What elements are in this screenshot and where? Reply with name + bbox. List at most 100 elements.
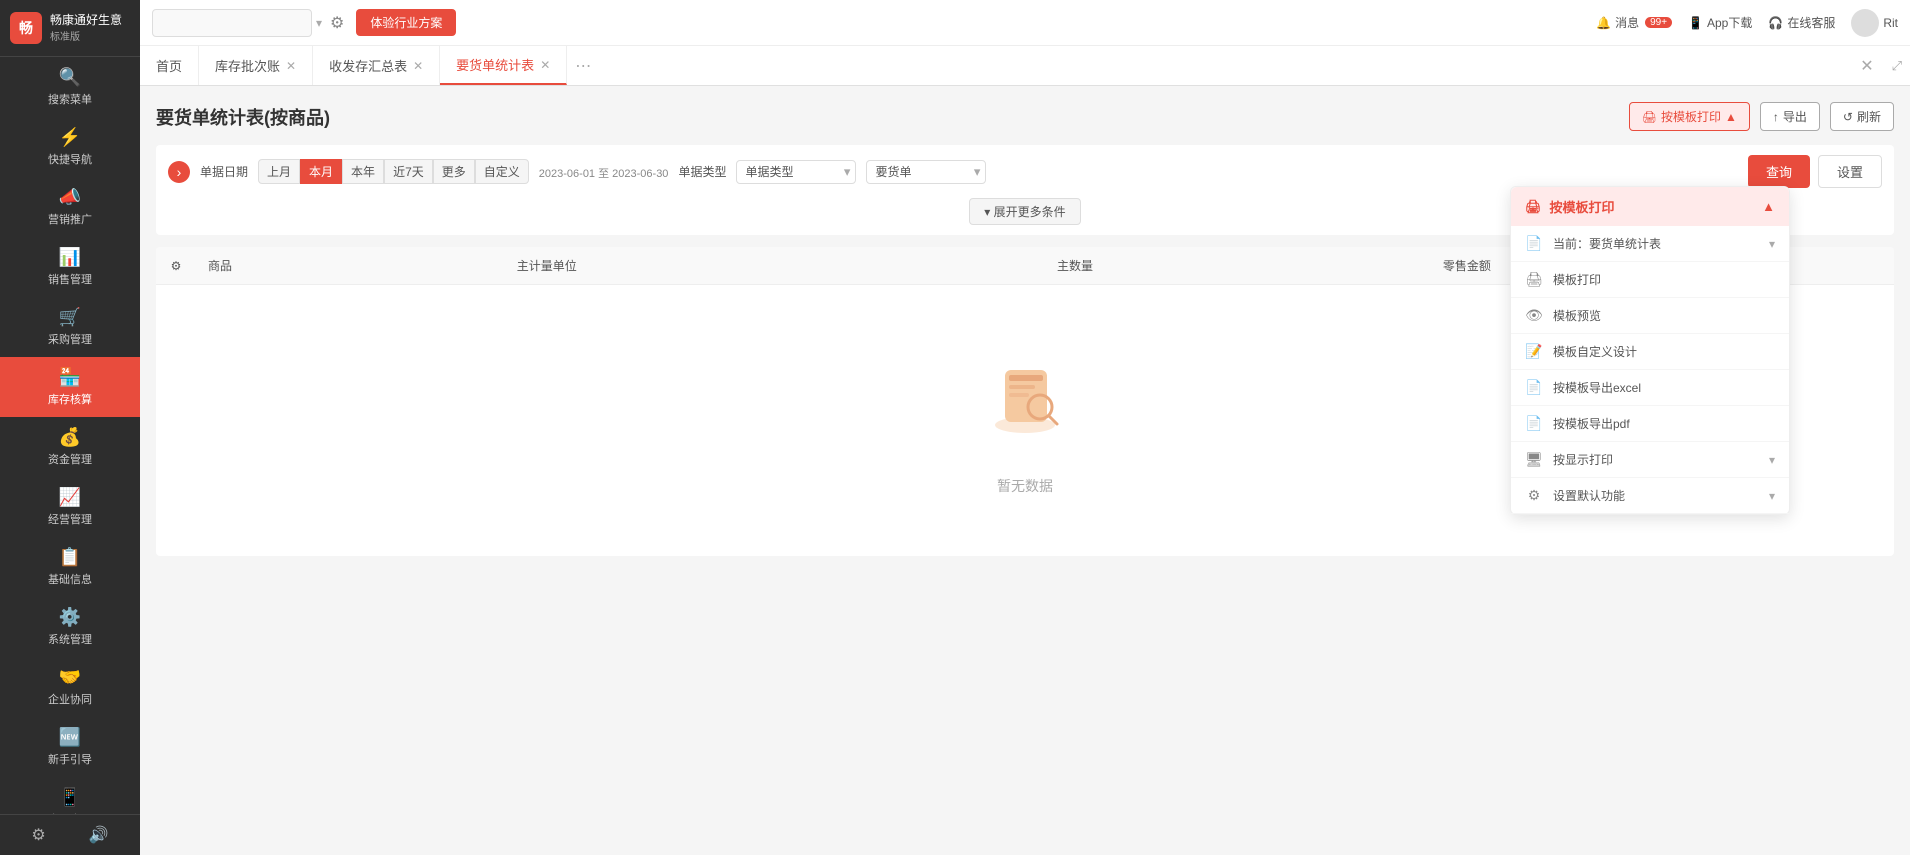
col-settings[interactable]: ⚙	[156, 247, 196, 285]
dropdown-current-arrow: ▾	[1769, 237, 1775, 251]
template-print-label: 模板打印	[1553, 271, 1601, 288]
app-download-item[interactable]: 📱 App下载	[1688, 14, 1752, 31]
sidebar-item-inventory[interactable]: 🏪 库存核算	[0, 357, 140, 417]
set-default-label: 设置默认功能	[1553, 487, 1625, 504]
phone-icon: 📱	[1688, 16, 1703, 30]
sidebar-item-shortcut[interactable]: ⚡ 快捷导航	[0, 117, 140, 177]
sidebar-item-search[interactable]: 🔍 搜索菜单	[0, 57, 140, 117]
trial-btn[interactable]: 体验行业方案	[356, 9, 456, 36]
dropdown-current-item[interactable]: 📄 当前：要货单统计表 ▾	[1511, 226, 1789, 262]
sidebar-item-appstore[interactable]: 📱 应用中心	[0, 777, 140, 814]
set-default-arrow: ▾	[1769, 489, 1775, 503]
footer-sound-icon[interactable]: 🔊	[89, 825, 109, 845]
messages-label: 消息	[1615, 14, 1639, 31]
tab-batch-account-close[interactable]: ✕	[286, 59, 296, 73]
sidebar-item-purchase-label: 采购管理	[48, 331, 92, 347]
dropdown-set-default[interactable]: ⚙ 设置默认功能 ▾	[1511, 478, 1789, 514]
expand-more-label: 展开更多条件	[994, 205, 1066, 219]
inventory-icon: 🏪	[59, 367, 81, 388]
col-goods: 商品	[196, 247, 505, 285]
empty-svg	[975, 345, 1075, 445]
tab-receipt-summary-label: 收发存汇总表	[329, 56, 407, 75]
footer-settings-icon[interactable]: ⚙	[31, 825, 45, 845]
filter-expand-arrow[interactable]: ›	[168, 161, 190, 183]
dropdown-display-print[interactable]: 🖥 按显示打印 ▾	[1511, 442, 1789, 478]
marketing-icon: 📣	[59, 187, 81, 208]
sidebar-item-base-label: 基础信息	[48, 571, 92, 587]
user-item[interactable]: Rit	[1851, 9, 1898, 37]
topbar-right: 🔔 消息 99+ 📱 App下载 🎧 在线客服 Rit	[1596, 9, 1898, 37]
dropdown-print-icon: 🖨	[1525, 199, 1542, 215]
refresh-btn[interactable]: ↺ 刷新	[1830, 102, 1894, 131]
tab-order-stats[interactable]: 要货单统计表 ✕	[440, 46, 567, 85]
print-chevron-icon: ▲	[1725, 110, 1737, 124]
date-btn-more[interactable]: 更多	[433, 159, 475, 184]
tabs-fullscreen-btn[interactable]: ⤢	[1884, 46, 1910, 85]
tab-home[interactable]: 首页	[140, 46, 199, 85]
tab-receipt-summary[interactable]: 收发存汇总表 ✕	[313, 46, 440, 85]
topbar-gear-icon[interactable]: ⚙	[330, 13, 344, 33]
topbar-search-input[interactable]	[152, 9, 312, 37]
display-print-arrow: ▾	[1769, 453, 1775, 467]
col-unit: 主计量单位	[505, 247, 1045, 285]
dropdown-template-excel[interactable]: 📄 按模板导出excel	[1511, 370, 1789, 406]
sidebar-item-system[interactable]: ⚙️ 系统管理	[0, 597, 140, 657]
type-label: 单据类型	[678, 163, 726, 180]
date-btn-curr-month[interactable]: 本月	[300, 159, 342, 184]
date-btn-curr-year[interactable]: 本年	[342, 159, 384, 184]
sidebar-item-finance-label: 资金管理	[48, 451, 92, 467]
tabs-close-all-btn[interactable]: ✕	[1850, 46, 1883, 85]
tab-receipt-summary-close[interactable]: ✕	[413, 59, 423, 73]
sidebar-item-base[interactable]: 📋 基础信息	[0, 537, 140, 597]
sidebar: 畅 畅康通好生意 标准版 🔍 搜索菜单 ⚡ 快捷导航 📣 营销推广 📊 销售管理…	[0, 0, 140, 855]
tab-batch-account-label: 库存批次账	[215, 56, 280, 75]
sidebar-item-sales[interactable]: 📊 销售管理	[0, 237, 140, 297]
tabs-expand-btn[interactable]: ⋯	[567, 46, 599, 85]
sidebar-item-system-label: 系统管理	[48, 631, 92, 647]
dropdown-template-custom[interactable]: 📝 模板自定义设计	[1511, 334, 1789, 370]
type-select[interactable]: 单据类型	[736, 160, 856, 184]
date-btn-prev-month[interactable]: 上月	[258, 159, 300, 184]
goods-select[interactable]: 要货单	[866, 160, 986, 184]
purchase-icon: 🛒	[59, 307, 81, 328]
export-btn[interactable]: ↑ 导出	[1760, 102, 1820, 131]
avatar	[1851, 9, 1879, 37]
sidebar-item-operations[interactable]: 📈 经营管理	[0, 477, 140, 537]
logo-icon: 畅	[10, 12, 42, 44]
export-btn-label: 导出	[1783, 108, 1807, 125]
sidebar-item-purchase[interactable]: 🛒 采购管理	[0, 297, 140, 357]
date-btn-7days[interactable]: 近7天	[384, 159, 433, 184]
dropdown-template-print[interactable]: 🖨 模板打印	[1511, 262, 1789, 298]
dropdown-header[interactable]: 🖨 按模板打印 ▲	[1511, 187, 1789, 226]
sidebar-item-guide-label: 新手引导	[48, 751, 92, 767]
filter-settings-btn[interactable]: 设置	[1818, 155, 1882, 188]
tab-batch-account[interactable]: 库存批次账 ✕	[199, 46, 313, 85]
tab-order-stats-close[interactable]: ✕	[540, 58, 550, 72]
app-download-label: App下载	[1707, 14, 1752, 31]
sidebar-footer: ⚙ 🔊	[0, 814, 140, 855]
sidebar-item-finance[interactable]: 💰 资金管理	[0, 417, 140, 477]
sidebar-item-marketing-label: 营销推广	[48, 211, 92, 227]
topbar-chevron-icon: ▾	[316, 16, 322, 30]
template-custom-label: 模板自定义设计	[1553, 343, 1637, 360]
dropdown-template-pdf[interactable]: 📄 按模板导出pdf	[1511, 406, 1789, 442]
search-icon: 🔍	[59, 67, 81, 88]
messages-item[interactable]: 🔔 消息 99+	[1596, 14, 1672, 31]
date-btn-custom[interactable]: 自定义	[475, 159, 529, 184]
sidebar-item-guide[interactable]: 🆕 新手引导	[0, 717, 140, 777]
online-service-item[interactable]: 🎧 在线客服	[1768, 14, 1835, 31]
dropdown-template-preview[interactable]: 👁 模板预览	[1511, 298, 1789, 334]
topbar: ▾ ⚙ 体验行业方案 🔔 消息 99+ 📱 App下载 🎧 在线客服 Rit	[140, 0, 1910, 46]
print-btn[interactable]: 🖨 按模板打印 ▲	[1629, 102, 1750, 131]
page-title: 要货单统计表(按商品)	[156, 104, 330, 130]
content-area: 要货单统计表(按商品) 🖨 按模板打印 ▲ ↑ 导出 ↺ 刷新	[140, 86, 1910, 855]
sidebar-item-collab[interactable]: 🤝 企业协同	[0, 657, 140, 717]
print-dropdown: 🖨 按模板打印 ▲ 📄 当前：要货单统计表 ▾ 🖨 模板打印 👁 模板预览 📝	[1510, 186, 1790, 515]
expand-more-btn[interactable]: ▾ 展开更多条件	[969, 198, 1080, 225]
goods-select-wrap: 要货单	[866, 160, 986, 184]
query-btn[interactable]: 查询	[1748, 155, 1810, 188]
display-print-label: 按显示打印	[1553, 451, 1613, 468]
sidebar-item-marketing[interactable]: 📣 营销推广	[0, 177, 140, 237]
sidebar-item-search-label: 搜索菜单	[48, 91, 92, 107]
tab-home-label: 首页	[156, 56, 182, 75]
